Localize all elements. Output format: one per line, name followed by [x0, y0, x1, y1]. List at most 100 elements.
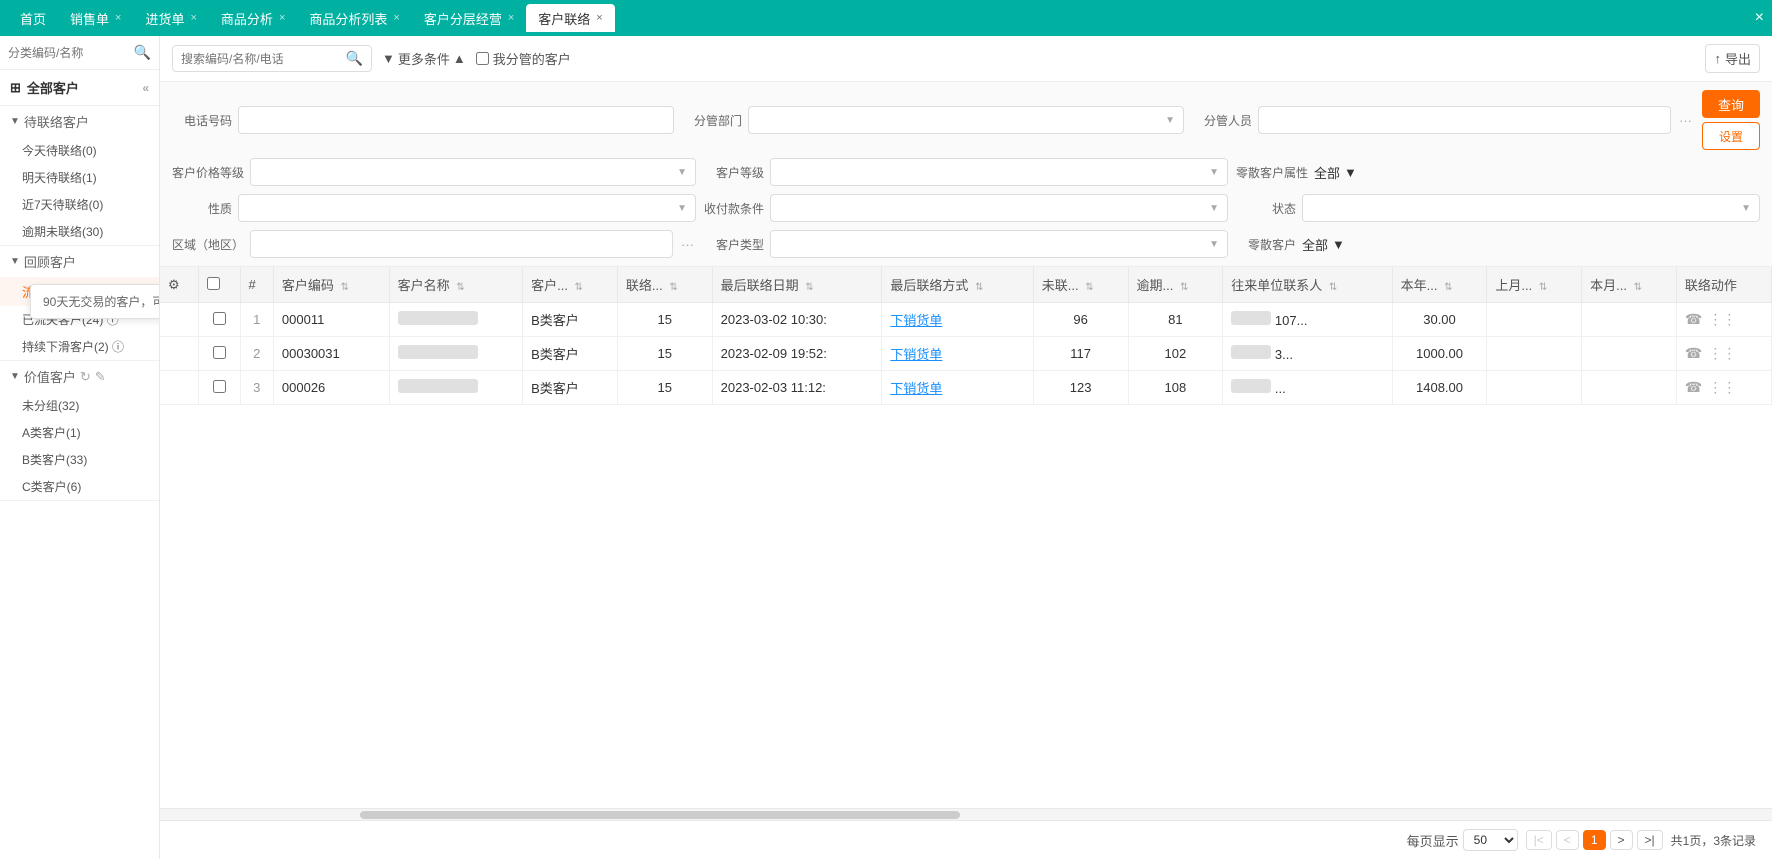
scroll-bar-thumb[interactable]	[360, 811, 960, 819]
query-button[interactable]: 查询	[1702, 90, 1760, 118]
filter-input-phone[interactable]	[238, 106, 674, 134]
my-customers-checkbox-label[interactable]: 我分管的客户	[476, 49, 571, 68]
sidebar-item-overdue-pending[interactable]: 逾期未联络(30)	[0, 218, 159, 245]
col-index: #	[240, 267, 273, 303]
edit-icon[interactable]: ✎	[95, 369, 106, 385]
region-more-button[interactable]: ···	[679, 235, 696, 254]
page-size-selector: 每页显示 50 100 200	[1407, 829, 1518, 851]
nav-tab-sales[interactable]: 销售单 ×	[58, 4, 133, 32]
sidebar-item-declining[interactable]: 持续下滑客户(2) ⓘ	[0, 333, 159, 360]
contact-method-link[interactable]: 下销货单	[890, 313, 942, 328]
sidebar-item-week-pending[interactable]: 近7天待联络(0)	[0, 191, 159, 218]
sort-icon-name[interactable]: ⇅	[456, 282, 464, 293]
filter-field-division-dept: 分管部门 ▼	[682, 106, 1184, 134]
contact-method-link[interactable]: 下销货单	[890, 347, 942, 362]
table-body: 1 000011 B类客户 15 2023-03-02 10:30: 下销货单 …	[160, 303, 1772, 405]
next-page-button[interactable]: >	[1610, 830, 1633, 850]
row-checkbox[interactable]	[213, 312, 226, 325]
row-not-contacted: 123	[1033, 371, 1128, 405]
my-customers-checkbox[interactable]	[476, 52, 489, 65]
contact-method-link[interactable]: 下销货单	[890, 381, 942, 396]
sidebar-all-customers[interactable]: ⊞ 全部客户 «	[0, 70, 159, 106]
action-contact-icon[interactable]: ☎	[1685, 345, 1702, 362]
refresh-icon[interactable]: ↻	[80, 369, 91, 385]
sort-icon-date[interactable]: ⇅	[805, 282, 813, 293]
filter-select-customer-level[interactable]: ▼	[770, 158, 1228, 186]
row-checkbox[interactable]	[213, 346, 226, 359]
sidebar-item-class-b[interactable]: B类客户(33)	[0, 446, 159, 473]
close-all-tabs-button[interactable]: ×	[1755, 9, 1764, 27]
action-contact-icon[interactable]: ☎	[1685, 311, 1702, 328]
filter-select-price-level[interactable]: ▼	[250, 158, 696, 186]
division-person-more-button[interactable]: ···	[1677, 111, 1694, 130]
sort-icon-method[interactable]: ⇅	[975, 282, 983, 293]
nav-tab-product-analysis-list[interactable]: 商品分析列表 ×	[297, 4, 411, 32]
action-more-icon[interactable]: ⋮⋮	[1708, 379, 1736, 396]
filter-row-1: 电话号码 分管部门 ▼ 分管人员 ···	[172, 90, 1760, 150]
sort-icon-year[interactable]: ⇅	[1444, 282, 1452, 293]
close-tab-customer-segment-icon[interactable]: ×	[508, 12, 514, 24]
close-tab-product-analysis-list-icon[interactable]: ×	[393, 12, 399, 24]
filter-select-nature[interactable]: ▼	[238, 194, 696, 222]
sort-icon-overdue[interactable]: ⇅	[1180, 282, 1188, 293]
sidebar-item-class-c[interactable]: C类客户(6)	[0, 473, 159, 500]
sidebar-search-input[interactable]	[8, 46, 130, 60]
sort-icon-contact[interactable]: ⇅	[669, 282, 677, 293]
action-more-icon[interactable]: ⋮⋮	[1708, 311, 1736, 328]
col-settings[interactable]: ⚙	[160, 267, 199, 303]
filter-field-payment: 收付款条件 ▼	[704, 194, 1228, 222]
close-tab-sales-icon[interactable]: ×	[115, 12, 121, 24]
row-checkbox[interactable]	[213, 380, 226, 393]
nav-tab-home[interactable]: 首页	[8, 4, 58, 32]
page-size-select[interactable]: 50 100 200	[1463, 829, 1518, 851]
nav-tab-customer-contact[interactable]: 客户联络 ×	[526, 4, 614, 32]
sort-icon-this-month[interactable]: ⇅	[1634, 282, 1642, 293]
filter-select-division-person[interactable]	[1258, 106, 1671, 134]
filter-search-button[interactable]: 🔍	[346, 50, 363, 67]
prev-page-button[interactable]: <	[1556, 830, 1579, 850]
sidebar-section-churn-title[interactable]: ▼ 回顾客户	[0, 246, 159, 277]
sidebar-item-tomorrow-pending[interactable]: 明天待联络(1)	[0, 164, 159, 191]
filter-select-status[interactable]: ▼	[1302, 194, 1760, 222]
filter-search-input[interactable]	[181, 52, 346, 66]
sidebar-item-today-pending[interactable]: 今天待联络(0)	[0, 137, 159, 164]
sort-icon-unit[interactable]: ⇅	[1329, 282, 1337, 293]
nav-tab-customer-segment[interactable]: 客户分层经营 ×	[412, 4, 526, 32]
table-row: 2 00030031 B类客户 15 2023-02-09 19:52: 下销货…	[160, 337, 1772, 371]
close-tab-purchase-icon[interactable]: ×	[190, 12, 196, 24]
sidebar-item-unclassified[interactable]: 未分组(32)	[0, 392, 159, 419]
sort-icon-not-contacted[interactable]: ⇅	[1085, 282, 1093, 293]
close-tab-customer-contact-icon[interactable]: ×	[596, 12, 602, 24]
sort-icon-type[interactable]: ⇅	[575, 282, 583, 293]
chevron-down-icon-status: ▼	[1741, 203, 1751, 214]
table-footer: 每页显示 50 100 200 |< < 1 > >| 共1页，3条记录	[160, 820, 1772, 859]
sidebar-section-pending-title[interactable]: ▼ 待联络客户	[0, 106, 159, 137]
nav-tab-product-analysis[interactable]: 商品分析 ×	[209, 4, 297, 32]
nav-tab-purchase[interactable]: 进货单 ×	[133, 4, 208, 32]
first-page-button[interactable]: |<	[1526, 830, 1552, 850]
horizontal-scrollbar[interactable]	[160, 808, 1772, 820]
settings-button[interactable]: 设置	[1702, 122, 1760, 150]
close-tab-product-analysis-icon[interactable]: ×	[279, 12, 285, 24]
row-customer-type: B类客户	[523, 303, 618, 337]
sidebar-item-class-a[interactable]: A类客户(1)	[0, 419, 159, 446]
sort-icon-code[interactable]: ⇅	[341, 282, 349, 293]
filter-select-region[interactable]	[250, 230, 673, 258]
export-button[interactable]: ↑ 导出	[1705, 44, 1760, 73]
page-1-button[interactable]: 1	[1583, 830, 1606, 850]
sort-icon-last-month[interactable]: ⇅	[1539, 282, 1547, 293]
row-not-contacted: 96	[1033, 303, 1128, 337]
row-not-contacted: 117	[1033, 337, 1128, 371]
action-contact-icon[interactable]: ☎	[1685, 379, 1702, 396]
more-conditions-toggle[interactable]: ▼ 更多条件 ▲	[382, 49, 466, 68]
filter-select-customer-type[interactable]: ▼	[770, 230, 1228, 258]
row-this-year: 1408.00	[1392, 371, 1487, 405]
table-row: 3 000026 B类客户 15 2023-02-03 11:12: 下销货单 …	[160, 371, 1772, 405]
action-more-icon[interactable]: ⋮⋮	[1708, 345, 1736, 362]
filter-select-payment[interactable]: ▼	[770, 194, 1228, 222]
select-all-checkbox[interactable]	[207, 277, 220, 290]
last-page-button[interactable]: >|	[1637, 830, 1663, 850]
filter-select-division-dept[interactable]: ▼	[748, 106, 1184, 134]
col-last-contact-date: 最后联络日期 ⇅	[712, 267, 882, 303]
sidebar-section-value-title[interactable]: ▼ 价值客户 ↻ ✎	[0, 361, 159, 392]
